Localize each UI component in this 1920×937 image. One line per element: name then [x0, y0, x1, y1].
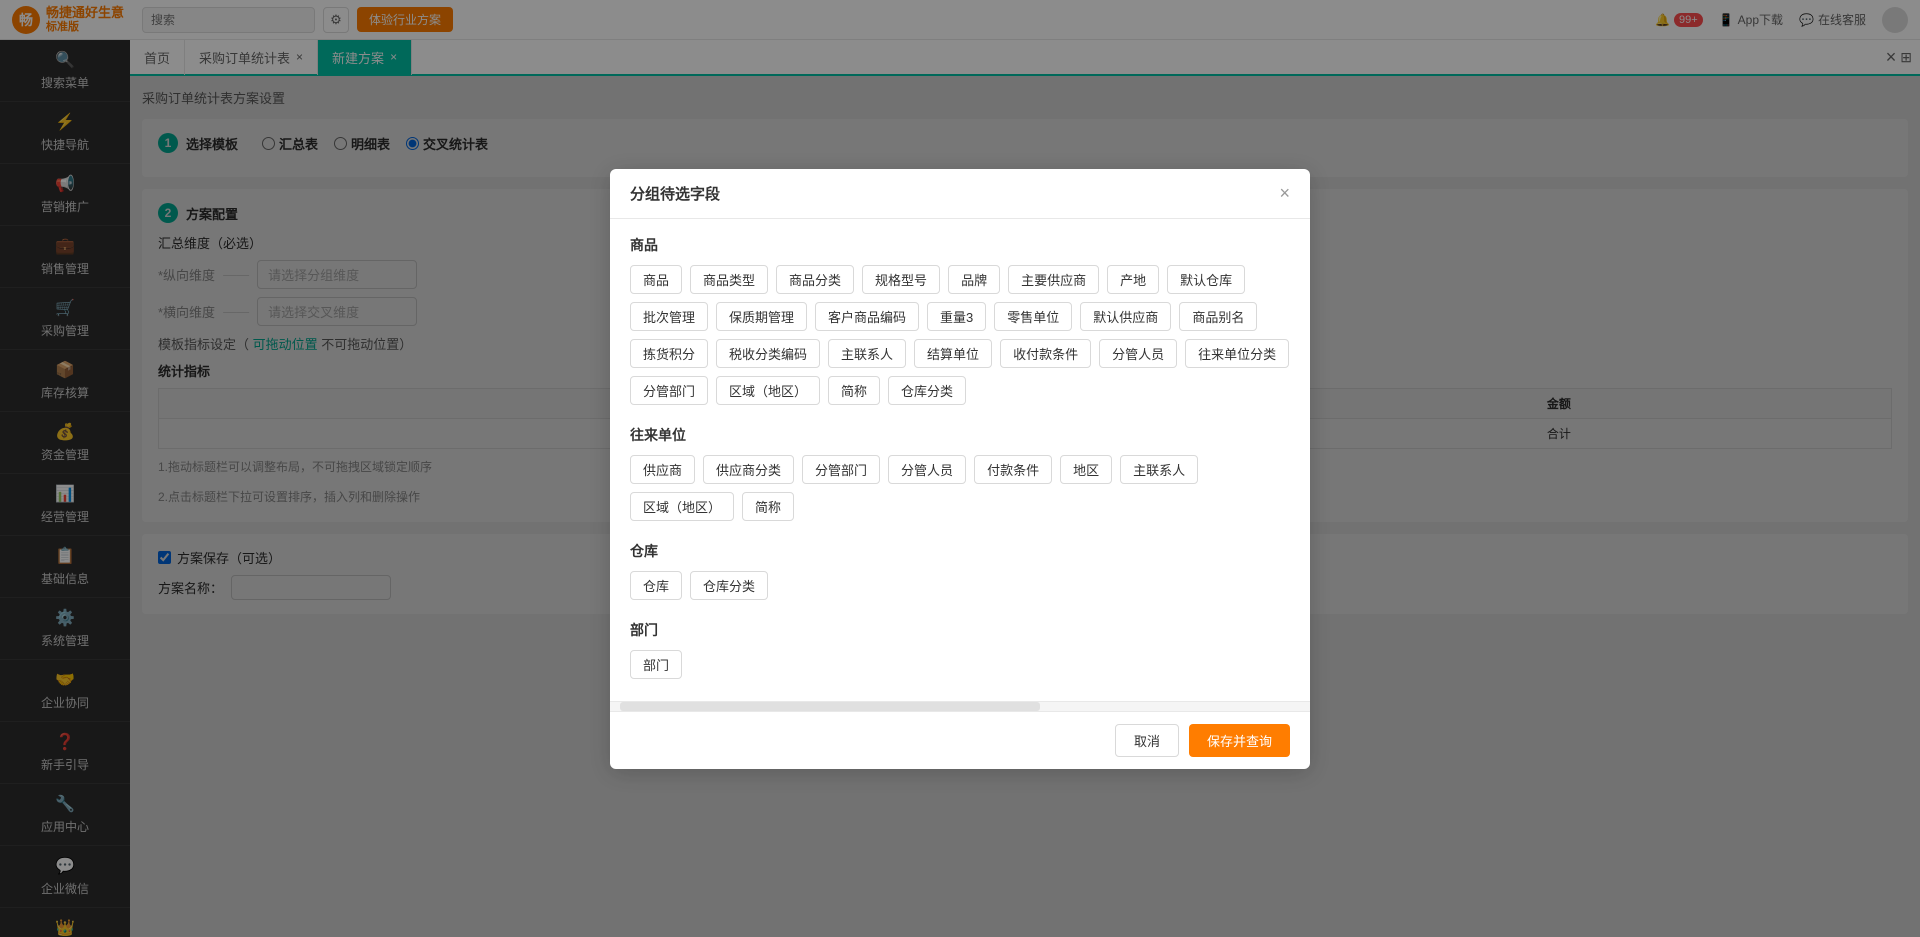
cancel-button[interactable]: 取消: [1115, 724, 1179, 757]
field-tag-1-5[interactable]: 地区: [1060, 455, 1112, 484]
field-tags-1: 供应商供应商分类分管部门分管人员付款条件地区主联系人区域（地区） 简称: [630, 455, 1290, 521]
field-tag-1-3[interactable]: 分管人员: [888, 455, 966, 484]
field-tag-0-9[interactable]: 保质期管理: [716, 302, 807, 331]
field-tag-2-1[interactable]: 仓库分类: [690, 571, 768, 600]
field-section-1: 往来单位供应商供应商分类分管部门分管人员付款条件地区主联系人区域（地区） 简称: [630, 425, 1290, 521]
field-tag-0-2[interactable]: 商品分类: [776, 265, 854, 294]
field-tag-0-18[interactable]: 结算单位: [914, 339, 992, 368]
field-section-3: 部门部门: [630, 620, 1290, 679]
field-tag-0-13[interactable]: 默认供应商: [1080, 302, 1171, 331]
field-tag-0-6[interactable]: 产地: [1107, 265, 1159, 294]
field-tag-0-10[interactable]: 客户商品编码: [815, 302, 919, 331]
field-tag-1-0[interactable]: 供应商: [630, 455, 695, 484]
field-tag-0-1[interactable]: 商品类型: [690, 265, 768, 294]
field-tag-1-4[interactable]: 付款条件: [974, 455, 1052, 484]
field-tag-0-17[interactable]: 主联系人: [828, 339, 906, 368]
field-section-0: 商品商品商品类型商品分类规格型号品牌主要供应商产地默认仓库批次管理保质期管理客户…: [630, 235, 1290, 405]
field-tag-0-15[interactable]: 拣货积分: [630, 339, 708, 368]
modal-header: 分组待选字段 ×: [610, 169, 1310, 219]
field-tag-1-8[interactable]: 简称: [742, 492, 794, 521]
field-tags-2: 仓库仓库分类: [630, 571, 1290, 600]
modal-footer: 取消 保存并查询: [610, 711, 1310, 769]
field-tag-1-6[interactable]: 主联系人: [1120, 455, 1198, 484]
modal: 分组待选字段 × 商品商品商品类型商品分类规格型号品牌主要供应商产地默认仓库批次…: [610, 169, 1310, 769]
field-tag-0-4[interactable]: 品牌: [948, 265, 1000, 294]
field-tag-2-0[interactable]: 仓库: [630, 571, 682, 600]
field-tag-1-2[interactable]: 分管部门: [802, 455, 880, 484]
field-section-2: 仓库仓库仓库分类: [630, 541, 1290, 600]
field-section-title-1: 往来单位: [630, 425, 1290, 445]
field-tag-0-14[interactable]: 商品别名: [1179, 302, 1257, 331]
field-tags-3: 部门: [630, 650, 1290, 679]
modal-body: 商品商品商品类型商品分类规格型号品牌主要供应商产地默认仓库批次管理保质期管理客户…: [610, 219, 1310, 701]
modal-close-button[interactable]: ×: [1279, 184, 1290, 202]
field-tag-0-19[interactable]: 收付款条件: [1000, 339, 1091, 368]
field-tag-0-24[interactable]: 简称: [828, 376, 880, 405]
modal-overlay: 分组待选字段 × 商品商品商品类型商品分类规格型号品牌主要供应商产地默认仓库批次…: [0, 0, 1920, 937]
field-tag-1-1[interactable]: 供应商分类: [703, 455, 794, 484]
field-tag-0-20[interactable]: 分管人员: [1099, 339, 1177, 368]
field-tag-0-12[interactable]: 零售单位: [994, 302, 1072, 331]
save-query-button[interactable]: 保存并查询: [1189, 724, 1290, 757]
field-tag-0-11[interactable]: 重量3: [927, 302, 986, 331]
field-tag-0-25[interactable]: 仓库分类: [888, 376, 966, 405]
field-tag-0-3[interactable]: 规格型号: [862, 265, 940, 294]
field-tag-0-22[interactable]: 分管部门: [630, 376, 708, 405]
field-section-title-2: 仓库: [630, 541, 1290, 561]
field-tag-0-23[interactable]: 区域（地区）: [716, 376, 820, 405]
field-tag-0-7[interactable]: 默认仓库: [1167, 265, 1245, 294]
field-tag-0-5[interactable]: 主要供应商: [1008, 265, 1099, 294]
modal-title: 分组待选字段: [630, 183, 720, 204]
modal-horizontal-scrollbar[interactable]: [610, 701, 1310, 711]
field-section-title-3: 部门: [630, 620, 1290, 640]
field-tag-3-0[interactable]: 部门: [630, 650, 682, 679]
field-tag-0-0[interactable]: 商品: [630, 265, 682, 294]
field-section-title-0: 商品: [630, 235, 1290, 255]
field-tag-0-8[interactable]: 批次管理: [630, 302, 708, 331]
field-tag-0-16[interactable]: 税收分类编码: [716, 339, 820, 368]
field-tag-0-21[interactable]: 往来单位分类: [1185, 339, 1289, 368]
field-tag-1-7[interactable]: 区域（地区）: [630, 492, 734, 521]
field-tags-0: 商品商品类型商品分类规格型号品牌主要供应商产地默认仓库批次管理保质期管理客户商品…: [630, 265, 1290, 405]
